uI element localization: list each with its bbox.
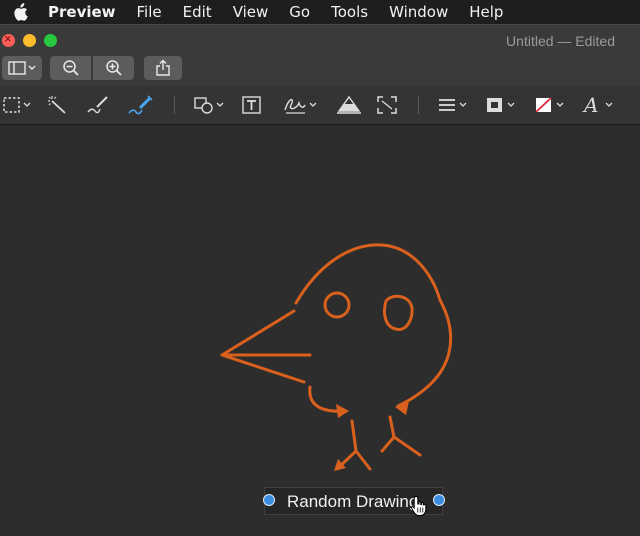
rectangular-selection-icon [3,97,31,113]
toolbar-separator [174,96,175,114]
document-canvas[interactable]: Random Drawing [0,125,640,536]
bird-head-outline [294,243,453,408]
minimize-window-button[interactable] [23,34,36,47]
zoom-in-button[interactable] [93,56,134,80]
text-annotation[interactable]: Random Drawing [287,492,418,512]
bird-left-leg [350,419,372,471]
menu-file[interactable]: File [137,3,162,21]
shape-style-icon [439,99,467,111]
markup-toolbar: A [0,86,640,125]
text-style-icon: A [582,94,613,116]
apple-logo-icon[interactable] [12,3,30,21]
right-resize-handle[interactable] [433,494,445,506]
menu-tools[interactable]: Tools [331,3,368,21]
bird-right-toe [380,435,396,453]
close-window-button[interactable] [2,31,15,47]
bird-drawing[interactable] [0,125,640,536]
adjust-size-tool[interactable] [376,94,398,116]
shape-style-tool[interactable] [436,94,472,116]
shapes-tool[interactable] [192,94,228,116]
bird-beak-lower [220,353,306,384]
left-resize-handle[interactable] [263,494,275,506]
instant-alpha-icon [48,96,66,114]
shapes-icon [194,97,224,114]
main-toolbar [0,54,640,86]
bird-right-eye [382,294,414,331]
instant-alpha-tool[interactable] [47,94,69,116]
menu-go[interactable]: Go [289,3,310,21]
share-icon [156,59,170,76]
zoom-in-icon [105,60,122,76]
text-style-tool[interactable]: A [582,94,618,116]
zoom-out-icon [62,60,79,76]
adjust-size-icon [377,96,397,114]
menu-app-preview[interactable]: Preview [48,3,116,21]
text-icon [242,96,261,114]
fill-color-tool[interactable] [533,94,569,116]
bird-left-eye [323,291,351,319]
window-titlebar: Untitled — Edited [0,24,640,55]
menu-edit[interactable]: Edit [183,3,212,21]
share-button[interactable] [144,56,182,80]
rectangular-selection-tool[interactable] [2,94,34,116]
menu-view[interactable]: View [233,3,269,21]
border-color-tool[interactable] [484,94,520,116]
sign-icon [284,98,317,114]
zoom-out-button[interactable] [50,56,91,80]
adjust-color-icon [337,95,361,114]
window-title: Untitled — Edited [506,33,615,49]
bird-beak-upper [220,309,312,357]
document-status: — Edited [557,33,615,49]
menu-help[interactable]: Help [469,3,503,21]
sidebar-toggle-button[interactable] [2,56,42,80]
sidebar-toggle-icon [8,61,36,75]
arrowhead-left-foot [336,404,349,418]
sketch-tool[interactable] [86,94,110,116]
draw-tool[interactable] [128,94,154,116]
menu-bar: Preview File Edit View Go Tools Window H… [0,0,640,24]
hand-pointer-cursor-icon [410,495,427,516]
menu-window[interactable]: Window [389,3,448,21]
draw-icon [128,95,153,115]
sketch-icon [87,96,108,114]
maximize-window-button[interactable] [44,34,57,47]
border-color-icon [487,98,515,112]
text-tool[interactable] [241,94,263,116]
toolbar-separator [418,96,419,114]
fill-color-icon [535,97,564,113]
svg-text:A: A [582,94,598,116]
document-name: Untitled [506,33,554,49]
adjust-color-tool[interactable] [337,94,361,116]
sign-tool[interactable] [283,94,321,116]
